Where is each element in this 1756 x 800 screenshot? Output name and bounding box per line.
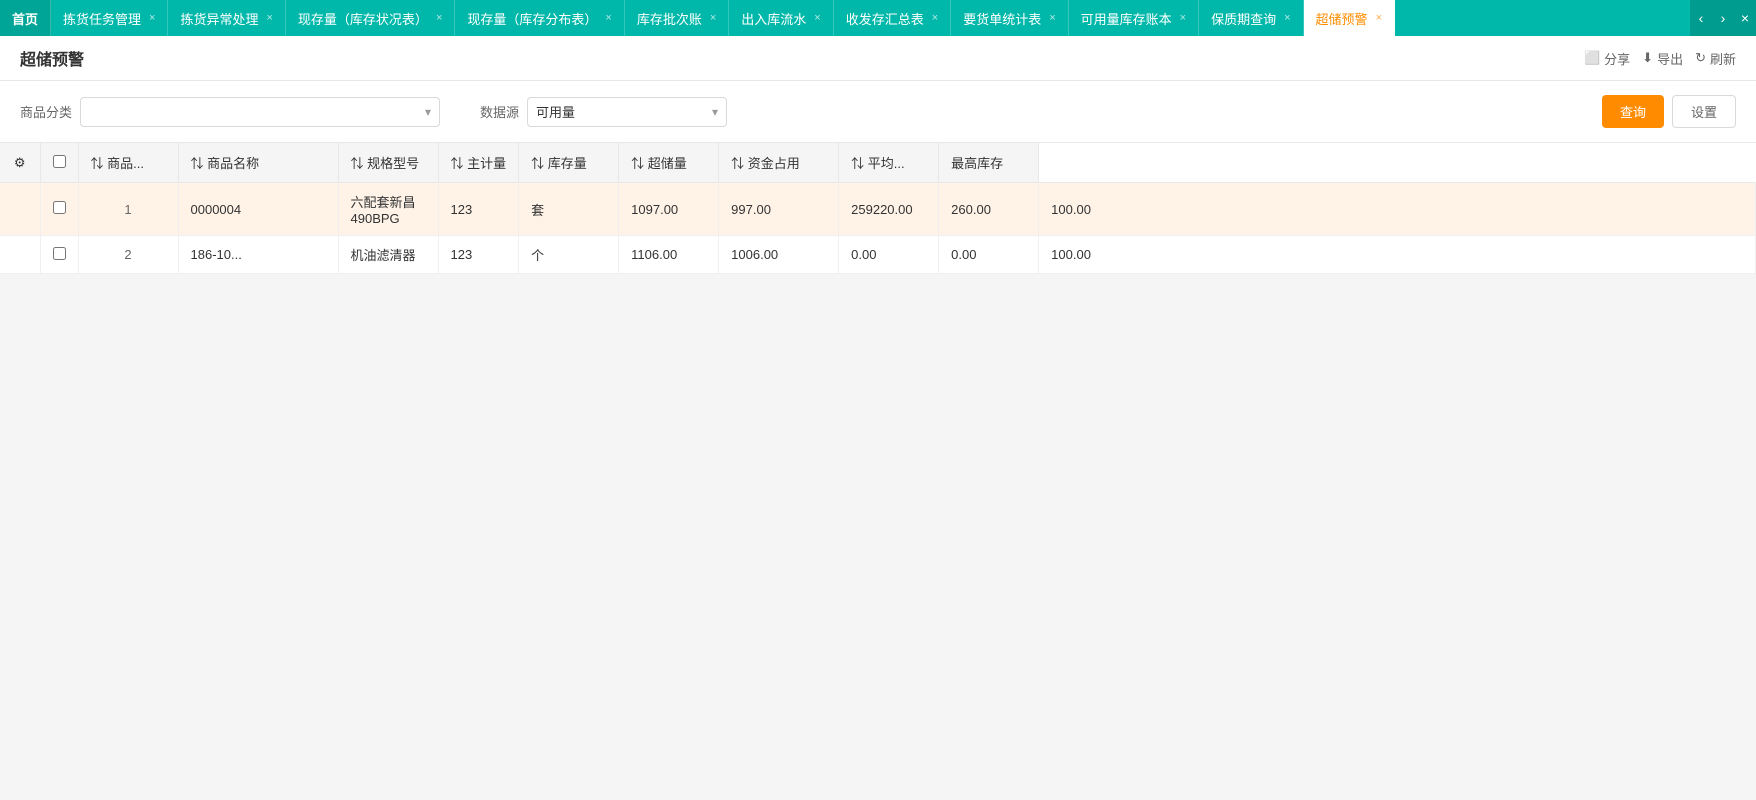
- nav-item-inout-flow[interactable]: 出入库流水 ×: [729, 0, 833, 36]
- row-num: 2: [78, 236, 178, 274]
- row-unit: 套: [519, 183, 619, 236]
- share-icon: ⬜: [1584, 50, 1600, 66]
- refresh-icon: ↻: [1695, 50, 1706, 66]
- row-avg: 0.00: [939, 236, 1039, 274]
- row-product-name: 机油滤清器: [338, 236, 438, 274]
- table-body: 1 0000004 六配套新昌490BPG 123 套 1097.00 997.…: [0, 183, 1756, 274]
- nav-item-quality-check[interactable]: 保质期查询 ×: [1199, 0, 1303, 36]
- row-product-code: 0000004: [178, 183, 338, 236]
- top-nav: 首页 拣货任务管理 × 拣货异常处理 × 现存量（库存状况表） × 现存量（库存…: [0, 0, 1756, 36]
- row-inventory: 1106.00: [619, 236, 719, 274]
- share-button[interactable]: ⬜ 分享: [1584, 49, 1630, 68]
- row-checkbox[interactable]: [53, 201, 66, 214]
- header-actions: ⬜ 分享 ⬇ 导出 ↻ 刷新: [1584, 49, 1736, 68]
- category-select[interactable]: ▾: [80, 97, 440, 127]
- query-button[interactable]: 查询: [1602, 95, 1664, 128]
- datasource-label: 数据源: [480, 102, 519, 121]
- nav-item-overstock-warning[interactable]: 超储预警 ×: [1304, 0, 1395, 36]
- row-capital: 259220.00: [839, 183, 939, 236]
- close-icon[interactable]: ×: [932, 12, 938, 24]
- filter-buttons: 查询 设置: [1602, 95, 1736, 128]
- close-icon[interactable]: ×: [149, 12, 155, 24]
- chevron-down-icon: ▾: [425, 105, 431, 119]
- row-overstock: 1006.00: [719, 236, 839, 274]
- nav-item-batch-account[interactable]: 库存批次账 ×: [625, 0, 729, 36]
- nav-item-collect-summary[interactable]: 收发存汇总表 ×: [834, 0, 951, 36]
- table-area: ⚙ ⇅ 商品... ⇅ 商品名称: [0, 143, 1756, 274]
- row-checkbox-cell: [40, 236, 78, 274]
- row-checkbox[interactable]: [53, 247, 66, 260]
- nav-prev-button[interactable]: ‹: [1690, 0, 1712, 36]
- table-header-row: ⚙ ⇅ 商品... ⇅ 商品名称: [0, 143, 1756, 183]
- row-num: 1: [78, 183, 178, 236]
- export-button[interactable]: ⬇ 导出: [1642, 49, 1683, 68]
- nav-next-button[interactable]: ›: [1712, 0, 1734, 36]
- datasource-filter-group: 数据源 可用量 ▾: [480, 97, 727, 127]
- table-row: 2 186-10... 机油滤清器 123 个 1106.00 1006.00 …: [0, 236, 1756, 274]
- close-icon[interactable]: ×: [436, 12, 442, 24]
- close-icon[interactable]: ×: [1180, 12, 1186, 24]
- close-icon[interactable]: ×: [605, 12, 611, 24]
- category-filter-group: 商品分类 ▾: [20, 97, 440, 127]
- close-icon[interactable]: ×: [1376, 12, 1382, 24]
- th-unit[interactable]: ⇅ 主计量: [438, 143, 519, 183]
- close-icon[interactable]: ×: [814, 12, 820, 24]
- row-settings: [0, 236, 40, 274]
- nav-item-abnormal[interactable]: 拣货异常处理 ×: [168, 0, 285, 36]
- row-max-inventory: 100.00: [1039, 183, 1756, 236]
- chevron-down-icon: ▾: [712, 105, 718, 119]
- close-icon[interactable]: ×: [1284, 12, 1290, 24]
- close-icon[interactable]: ×: [710, 12, 716, 24]
- nav-item-inventory-dist[interactable]: 现存量（库存分布表） ×: [455, 0, 624, 36]
- select-all-checkbox[interactable]: [53, 155, 66, 168]
- nav-arrows: ‹ › ×: [1690, 0, 1756, 36]
- nav-item-task-mgmt[interactable]: 拣货任务管理 ×: [51, 0, 168, 36]
- page-title: 超储预警: [20, 46, 84, 70]
- row-spec: 123: [438, 236, 519, 274]
- category-label: 商品分类: [20, 102, 72, 121]
- close-icon[interactable]: ×: [1049, 12, 1055, 24]
- data-table: ⚙ ⇅ 商品... ⇅ 商品名称: [0, 143, 1756, 274]
- th-spec[interactable]: ⇅ 规格型号: [338, 143, 438, 183]
- th-overstock[interactable]: ⇅ 超储量: [619, 143, 719, 183]
- nav-close-button[interactable]: ×: [1734, 0, 1756, 36]
- nav-item-inventory-status[interactable]: 现存量（库存状况表） ×: [286, 0, 455, 36]
- content-inner: 超储预警 ⬜ 分享 ⬇ 导出 ↻ 刷新 商品分类: [0, 36, 1756, 274]
- row-unit: 个: [519, 236, 619, 274]
- export-icon: ⬇: [1642, 50, 1653, 66]
- th-product-name[interactable]: ⇅ 商品名称: [178, 143, 338, 183]
- page-header: 超储预警 ⬜ 分享 ⬇ 导出 ↻ 刷新: [0, 36, 1756, 81]
- th-capital[interactable]: ⇅ 资金占用: [719, 143, 839, 183]
- th-max-inventory[interactable]: 最高库存: [939, 143, 1039, 183]
- filter-area: 商品分类 ▾ 数据源 可用量 ▾ 查询 设置: [0, 81, 1756, 143]
- nav-item-order-stats[interactable]: 要货单统计表 ×: [951, 0, 1068, 36]
- table-row: 1 0000004 六配套新昌490BPG 123 套 1097.00 997.…: [0, 183, 1756, 236]
- row-inventory: 1097.00: [619, 183, 719, 236]
- nav-item-available-account[interactable]: 可用量库存账本 ×: [1069, 0, 1199, 36]
- row-overstock: 997.00: [719, 183, 839, 236]
- refresh-button[interactable]: ↻ 刷新: [1695, 49, 1736, 68]
- th-checkbox: [40, 143, 78, 183]
- row-settings: [0, 183, 40, 236]
- row-product-name: 六配套新昌490BPG: [338, 183, 438, 236]
- gear-icon[interactable]: ⚙: [14, 155, 26, 170]
- th-product-code[interactable]: ⇅ 商品...: [78, 143, 178, 183]
- row-max-inventory: 100.00: [1039, 236, 1756, 274]
- row-spec: 123: [438, 183, 519, 236]
- main-content: 超储预警 ⬜ 分享 ⬇ 导出 ↻ 刷新 商品分类: [0, 36, 1756, 800]
- datasource-value: 可用量: [536, 102, 575, 121]
- th-inventory[interactable]: ⇅ 库存量: [519, 143, 619, 183]
- th-settings: ⚙: [0, 143, 40, 183]
- settings-button[interactable]: 设置: [1672, 95, 1736, 128]
- nav-item-home[interactable]: 首页: [0, 0, 51, 36]
- th-avg[interactable]: ⇅ 平均...: [839, 143, 939, 183]
- close-icon[interactable]: ×: [266, 12, 272, 24]
- datasource-select[interactable]: 可用量 ▾: [527, 97, 727, 127]
- row-capital: 0.00: [839, 236, 939, 274]
- row-product-code: 186-10...: [178, 236, 338, 274]
- row-checkbox-cell: [40, 183, 78, 236]
- row-avg: 260.00: [939, 183, 1039, 236]
